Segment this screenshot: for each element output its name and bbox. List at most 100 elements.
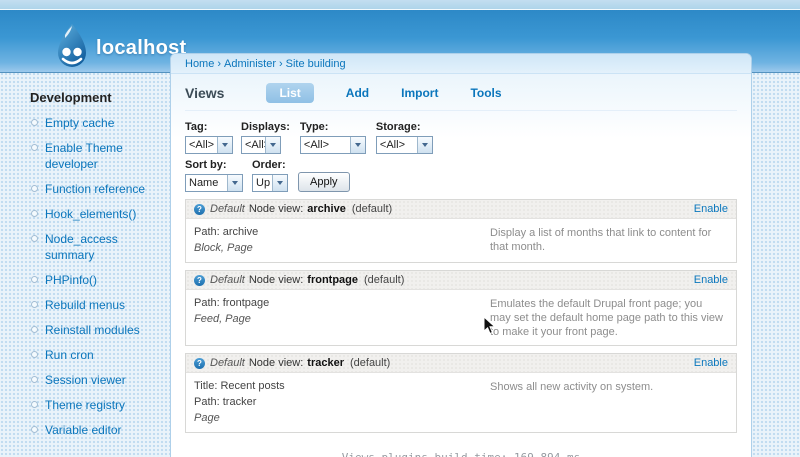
view-name: tracker bbox=[307, 357, 344, 369]
content-panel: Home › Administer › Site building Views List… bbox=[170, 53, 752, 457]
chevron-down-icon[interactable] bbox=[272, 175, 287, 191]
view-header: ? Default Node view: archive (default) E… bbox=[186, 200, 736, 219]
breadcrumb-site-building-link[interactable]: Site building bbox=[286, 58, 346, 70]
help-icon[interactable]: ? bbox=[194, 274, 205, 286]
sidebar-section-development: Development bbox=[30, 90, 112, 105]
view-displays: Page bbox=[194, 412, 220, 424]
circle-bullet-icon bbox=[30, 372, 45, 388]
storage-label: Storage: bbox=[375, 121, 421, 133]
chevron-down-icon[interactable] bbox=[349, 137, 365, 153]
view-path: Path: frontpage bbox=[194, 297, 270, 309]
apply-button[interactable]: Apply bbox=[298, 172, 350, 192]
view-row-frontpage: ? Default Node view: frontpage (default)… bbox=[185, 270, 737, 346]
chevron-down-icon[interactable] bbox=[265, 137, 280, 153]
sidebar-item-empty-cache[interactable]: Empty cache bbox=[30, 115, 166, 131]
sort-by-filter: Sort by: Name bbox=[185, 159, 243, 192]
page-title: Views bbox=[185, 85, 225, 101]
sidebar-item-run-cron[interactable]: Run cron bbox=[30, 347, 166, 363]
view-kind: Node view: bbox=[248, 274, 304, 286]
displays-select[interactable]: <All> bbox=[241, 136, 281, 154]
breadcrumb-administer-link[interactable]: Administer bbox=[224, 58, 276, 70]
tab-add[interactable]: Add bbox=[346, 86, 369, 100]
enable-link[interactable]: Enable bbox=[694, 357, 728, 369]
enable-link[interactable]: Enable bbox=[694, 203, 728, 215]
storage-filter: Storage: <All> bbox=[375, 121, 433, 154]
view-description: Shows all new activity on system. bbox=[490, 381, 654, 393]
title-row: Views List Add Import Tools bbox=[185, 83, 737, 111]
chevron-down-icon[interactable] bbox=[416, 137, 432, 153]
sidebar-item-rebuild-menus[interactable]: Rebuild menus bbox=[30, 297, 166, 313]
order-label: Order: bbox=[252, 159, 286, 171]
main-content: Views List Add Import Tools Tag: <All> D… bbox=[171, 74, 751, 457]
displays-filter: Displays: <All> bbox=[241, 121, 290, 154]
circle-bullet-icon bbox=[30, 272, 45, 288]
sidebar-item-function-reference[interactable]: Function reference bbox=[30, 181, 166, 197]
sidebar-item-reinstall-modules[interactable]: Reinstall modules bbox=[30, 322, 166, 338]
tab-tools[interactable]: Tools bbox=[470, 86, 501, 100]
view-type-label: Default bbox=[210, 274, 245, 286]
top-strip bbox=[0, 0, 800, 10]
circle-bullet-icon bbox=[30, 347, 45, 363]
view-suffix: (default) bbox=[351, 203, 393, 215]
view-kind: Node view: bbox=[248, 357, 304, 369]
order-filter: Order: Up bbox=[252, 159, 288, 192]
chevron-down-icon[interactable] bbox=[217, 137, 232, 153]
tab-bar: List Add Import Tools bbox=[266, 83, 502, 103]
help-icon[interactable]: ? bbox=[194, 357, 205, 369]
displays-label: Displays: bbox=[241, 121, 290, 133]
view-suffix: (default) bbox=[349, 357, 391, 369]
breadcrumb-separator: › bbox=[217, 58, 222, 70]
view-header: ? Default Node view: tracker (default) E… bbox=[186, 354, 736, 373]
circle-bullet-icon bbox=[30, 397, 45, 413]
type-filter: Type: <All> bbox=[299, 121, 366, 154]
enable-link[interactable]: Enable bbox=[694, 274, 728, 286]
drupal-logo-icon bbox=[58, 24, 86, 67]
type-label: Type: bbox=[299, 121, 329, 133]
view-details: Title: Recent posts Path: tracker Page bbox=[194, 378, 490, 426]
circle-bullet-icon bbox=[30, 115, 45, 131]
tab-import[interactable]: Import bbox=[401, 86, 438, 100]
tab-list[interactable]: List bbox=[266, 83, 314, 103]
sidebar-item-theme-registry[interactable]: Theme registry bbox=[30, 397, 166, 413]
storage-select[interactable]: <All> bbox=[375, 136, 433, 154]
breadcrumb-separator: › bbox=[278, 58, 283, 70]
view-description: Display a list of months that link to co… bbox=[490, 227, 712, 253]
filter-row-1: Tag: <All> Displays: <All> Type: <All> S… bbox=[185, 121, 737, 154]
build-time-footer: Views plugins build time: 169.894 ms Vie… bbox=[185, 451, 737, 457]
development-menu: Empty cache Enable Theme developer Funct… bbox=[30, 115, 166, 438]
view-description: Emulates the default Drupal front page; … bbox=[490, 298, 723, 338]
help-icon[interactable]: ? bbox=[194, 203, 205, 215]
circle-bullet-icon bbox=[30, 322, 45, 338]
circle-bullet-icon bbox=[30, 231, 45, 263]
sort-by-label: Sort by: bbox=[185, 159, 227, 171]
sidebar-item-hook-elements[interactable]: Hook_elements() bbox=[30, 206, 166, 222]
sidebar-item-enable-theme-developer[interactable]: Enable Theme developer bbox=[30, 140, 166, 172]
circle-bullet-icon bbox=[30, 422, 45, 438]
breadcrumb-home-link[interactable]: Home bbox=[185, 58, 214, 70]
view-name: frontpage bbox=[307, 274, 359, 286]
chevron-down-icon[interactable] bbox=[227, 175, 242, 191]
sidebar-item-variable-editor[interactable]: Variable editor bbox=[30, 422, 166, 438]
order-select[interactable]: Up bbox=[252, 174, 288, 192]
sidebar-item-node-access-summary[interactable]: Node_access summary bbox=[30, 231, 166, 263]
view-displays: Block, Page bbox=[194, 242, 253, 254]
view-displays: Feed, Page bbox=[194, 313, 251, 325]
sidebar-item-phpinfo[interactable]: PHPinfo() bbox=[30, 272, 166, 288]
view-suffix: (default) bbox=[364, 274, 405, 286]
type-select[interactable]: <All> bbox=[299, 136, 366, 154]
view-path: Path: tracker bbox=[194, 396, 257, 408]
tag-select[interactable]: <All> bbox=[185, 136, 233, 154]
sidebar-item-session-viewer[interactable]: Session viewer bbox=[30, 372, 166, 388]
view-details: Path: frontpage Feed, Page bbox=[194, 295, 490, 339]
view-row-tracker: ? Default Node view: tracker (default) E… bbox=[185, 353, 737, 433]
sort-by-select[interactable]: Name bbox=[185, 174, 243, 192]
view-row-archive: ? Default Node view: archive (default) E… bbox=[185, 199, 737, 263]
view-header: ? Default Node view: frontpage (default)… bbox=[186, 271, 736, 290]
tag-filter: Tag: <All> bbox=[185, 121, 233, 154]
circle-bullet-icon bbox=[30, 140, 45, 172]
view-type-label: Default bbox=[210, 203, 245, 215]
breadcrumb: Home › Administer › Site building bbox=[171, 54, 751, 74]
view-path: Path: archive bbox=[194, 226, 259, 238]
filter-controls: Tag: <All> Displays: <All> Type: <All> S… bbox=[185, 121, 737, 192]
view-name: archive bbox=[307, 203, 346, 215]
